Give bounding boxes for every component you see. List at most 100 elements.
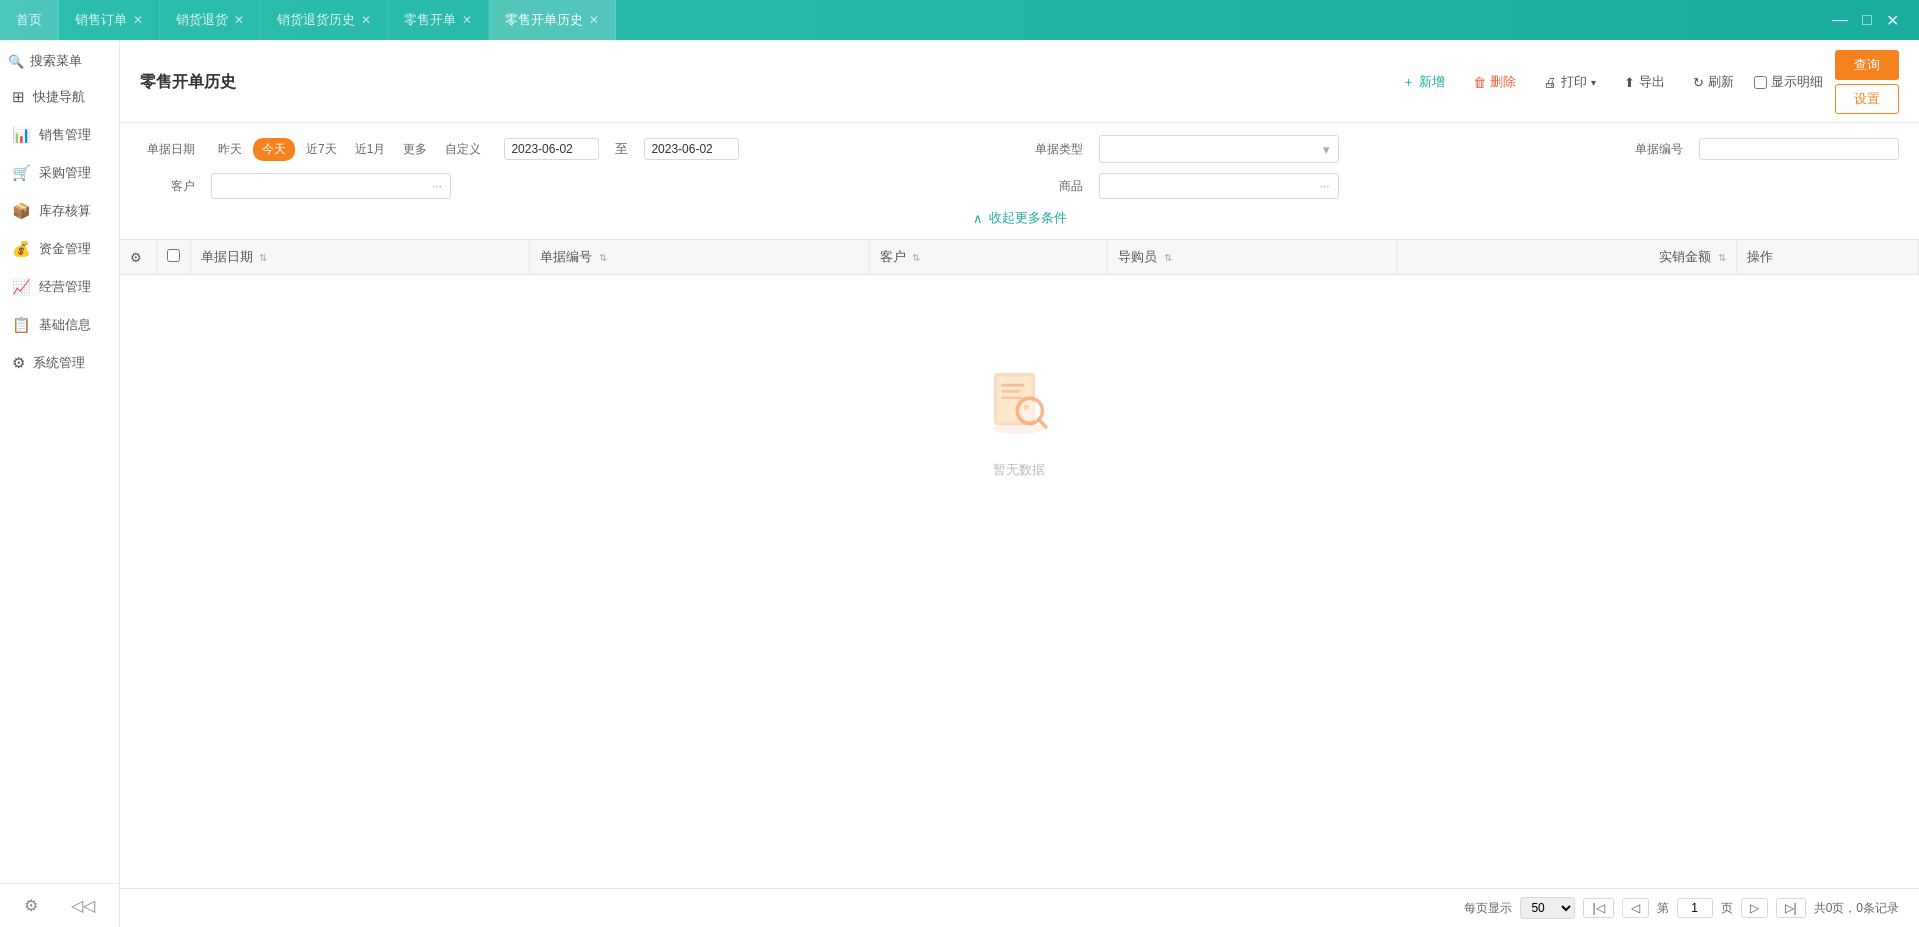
- customer-input[interactable]: [220, 176, 432, 196]
- export-btn[interactable]: ⬆ 导出: [1616, 69, 1673, 95]
- svg-point-9: [1024, 405, 1029, 410]
- sidebar-item-quick-nav[interactable]: ⊞ 快捷导航: [0, 78, 119, 116]
- sidebar-item-sys-mgmt[interactable]: ⚙ 系统管理: [0, 344, 119, 382]
- th-customer[interactable]: 客户 ⇅: [869, 240, 1108, 275]
- th-salesperson[interactable]: 导购员 ⇅: [1108, 240, 1397, 275]
- tab-sales-return-history[interactable]: 销货退货历史 ✕: [261, 0, 388, 40]
- customer-select-btn[interactable]: ···: [432, 179, 442, 193]
- date-today-btn[interactable]: 今天: [253, 138, 295, 161]
- goods-select-btn[interactable]: ···: [1319, 179, 1329, 193]
- date-from-input[interactable]: [504, 138, 599, 160]
- window-controls: — □ ✕: [1828, 7, 1919, 34]
- window-minimize-btn[interactable]: —: [1828, 7, 1852, 33]
- sidebar-item-inventory[interactable]: 📦 库存核算: [0, 192, 119, 230]
- sidebar-item-label: 基础信息: [39, 316, 91, 334]
- date-separator: 至: [615, 140, 628, 158]
- tab-retail-open[interactable]: 零售开单 ✕: [388, 0, 489, 40]
- tab-sales-order[interactable]: 销售订单 ✕: [59, 0, 160, 40]
- sidebar-setting-btn[interactable]: ⚙: [24, 896, 38, 915]
- main-layout: 🔍 搜索菜单 ⊞ 快捷导航 📊 销售管理 🛒 采购管理 📦 库存核算 💰 资金管…: [0, 40, 1919, 927]
- data-table: ⚙ 单据日期 ⇅ 单据编号 ⇅: [120, 240, 1919, 519]
- add-btn[interactable]: ＋ 新增: [1394, 69, 1453, 95]
- tab-close-sales-return[interactable]: ✕: [234, 13, 244, 27]
- order-type-select[interactable]: ▾: [1099, 135, 1339, 163]
- window-maximize-btn[interactable]: □: [1858, 7, 1876, 33]
- customer-filter-label: 客户: [140, 178, 195, 195]
- table-settings-icon[interactable]: ⚙: [130, 250, 142, 265]
- prev-page-btn[interactable]: ◁: [1622, 898, 1649, 918]
- empty-state: 暂无数据: [120, 275, 1919, 519]
- date-to-input[interactable]: [644, 138, 739, 160]
- tab-sales-return[interactable]: 销货退货 ✕: [160, 0, 261, 40]
- order-no-input[interactable]: [1699, 138, 1899, 160]
- collapse-icon: ∧: [973, 211, 983, 226]
- tab-home[interactable]: 零售开单历史 首页: [0, 0, 59, 40]
- quick-nav-icon: ⊞: [12, 88, 25, 106]
- top-bar: 零售开单历史 首页 销售订单 ✕ 销货退货 ✕ 销货退货历史 ✕ 零售开单 ✕ …: [0, 0, 1919, 40]
- sort-no-icon[interactable]: ⇅: [599, 252, 607, 263]
- export-icon: ⬆: [1624, 75, 1635, 90]
- th-no[interactable]: 单据编号 ⇅: [530, 240, 870, 275]
- sidebar-search-label: 搜索菜单: [30, 52, 82, 70]
- tab-close-retail-open[interactable]: ✕: [462, 13, 472, 27]
- tab-close-sales-order[interactable]: ✕: [133, 13, 143, 27]
- date-custom-btn[interactable]: 自定义: [438, 138, 488, 161]
- date-yesterday-btn[interactable]: 昨天: [211, 138, 249, 161]
- goods-input[interactable]: [1108, 176, 1320, 196]
- th-date[interactable]: 单据日期 ⇅: [190, 240, 530, 275]
- first-page-btn[interactable]: |◁: [1583, 898, 1613, 918]
- operations-icon: 📈: [12, 278, 31, 296]
- delete-btn[interactable]: 🗑 删除: [1465, 69, 1524, 95]
- date-1month-btn[interactable]: 近1月: [348, 138, 393, 161]
- sort-date-icon[interactable]: ⇅: [259, 252, 267, 263]
- page-total: 共0页，0条记录: [1814, 900, 1899, 917]
- sidebar-item-label: 资金管理: [39, 240, 91, 258]
- query-btn[interactable]: 查询: [1835, 50, 1899, 80]
- next-page-btn[interactable]: ▷: [1741, 898, 1768, 918]
- th-checkbox[interactable]: [156, 240, 190, 275]
- sidebar-search[interactable]: 🔍 搜索菜单: [0, 40, 119, 78]
- sidebar-item-label: 销售管理: [39, 126, 91, 144]
- sidebar-item-label: 库存核算: [39, 202, 91, 220]
- sort-salesperson-icon[interactable]: ⇅: [1164, 252, 1172, 263]
- window-close-btn[interactable]: ✕: [1882, 7, 1903, 34]
- refresh-btn[interactable]: ↻ 刷新: [1685, 69, 1742, 95]
- print-btn[interactable]: 🖨 打印 ▾: [1536, 69, 1604, 95]
- date-filter-label: 单据日期: [140, 141, 195, 158]
- setting-btn[interactable]: 设置: [1835, 84, 1899, 114]
- sidebar-item-purchase-mgmt[interactable]: 🛒 采购管理: [0, 154, 119, 192]
- sidebar-item-basic-info[interactable]: 📋 基础信息: [0, 306, 119, 344]
- sort-customer-icon[interactable]: ⇅: [912, 252, 920, 263]
- tab-retail-open-history[interactable]: 零售开单历史 ✕: [489, 0, 616, 40]
- sidebar-item-sales-mgmt[interactable]: 📊 销售管理: [0, 116, 119, 154]
- sort-amount-icon[interactable]: ⇅: [1718, 252, 1726, 263]
- page-title: 零售开单历史: [140, 72, 236, 93]
- date-7days-btn[interactable]: 近7天: [299, 138, 344, 161]
- date-quick-buttons: 昨天 今天 近7天 近1月 更多 自定义: [211, 138, 488, 161]
- order-type-label: 单据类型: [1028, 141, 1083, 158]
- page-header-row: 零售开单历史 ＋ 新增 🗑 删除 🖨 打印 ▾ ⬆ 导出: [120, 40, 1919, 123]
- sidebar-item-operations[interactable]: 📈 经营管理: [0, 268, 119, 306]
- sidebar-collapse-btn[interactable]: ◁◁: [71, 896, 95, 915]
- page-size-select[interactable]: 10 20 50 100: [1520, 897, 1575, 919]
- purchase-mgmt-icon: 🛒: [12, 164, 31, 182]
- filter-row-2: 客户 ··· 商品 ···: [140, 173, 1899, 199]
- show-detail-checkbox[interactable]: [1754, 76, 1767, 89]
- sidebar-item-finance[interactable]: 💰 资金管理: [0, 230, 119, 268]
- tab-close-retail-open-history[interactable]: ✕: [589, 13, 599, 27]
- last-page-btn[interactable]: ▷|: [1776, 898, 1806, 918]
- empty-illustration: [974, 355, 1064, 445]
- show-detail-checkbox-wrapper[interactable]: 显示明细: [1754, 73, 1823, 91]
- order-no-label: 单据编号: [1628, 141, 1683, 158]
- select-all-checkbox[interactable]: [167, 249, 180, 262]
- tab-close-sales-return-history[interactable]: ✕: [361, 13, 371, 27]
- order-type-dropdown-icon: ▾: [1323, 142, 1330, 157]
- date-more-btn[interactable]: 更多: [396, 138, 434, 161]
- current-page-input[interactable]: [1677, 898, 1713, 918]
- th-amount[interactable]: 实销金额 ⇅: [1397, 240, 1737, 275]
- empty-text: 暂无数据: [993, 461, 1045, 479]
- collapse-more-btn[interactable]: ∧ 收起更多条件: [140, 209, 1899, 227]
- table-container: ⚙ 单据日期 ⇅ 单据编号 ⇅: [120, 240, 1919, 888]
- th-settings[interactable]: ⚙: [120, 240, 156, 275]
- svg-rect-5: [1001, 396, 1023, 399]
